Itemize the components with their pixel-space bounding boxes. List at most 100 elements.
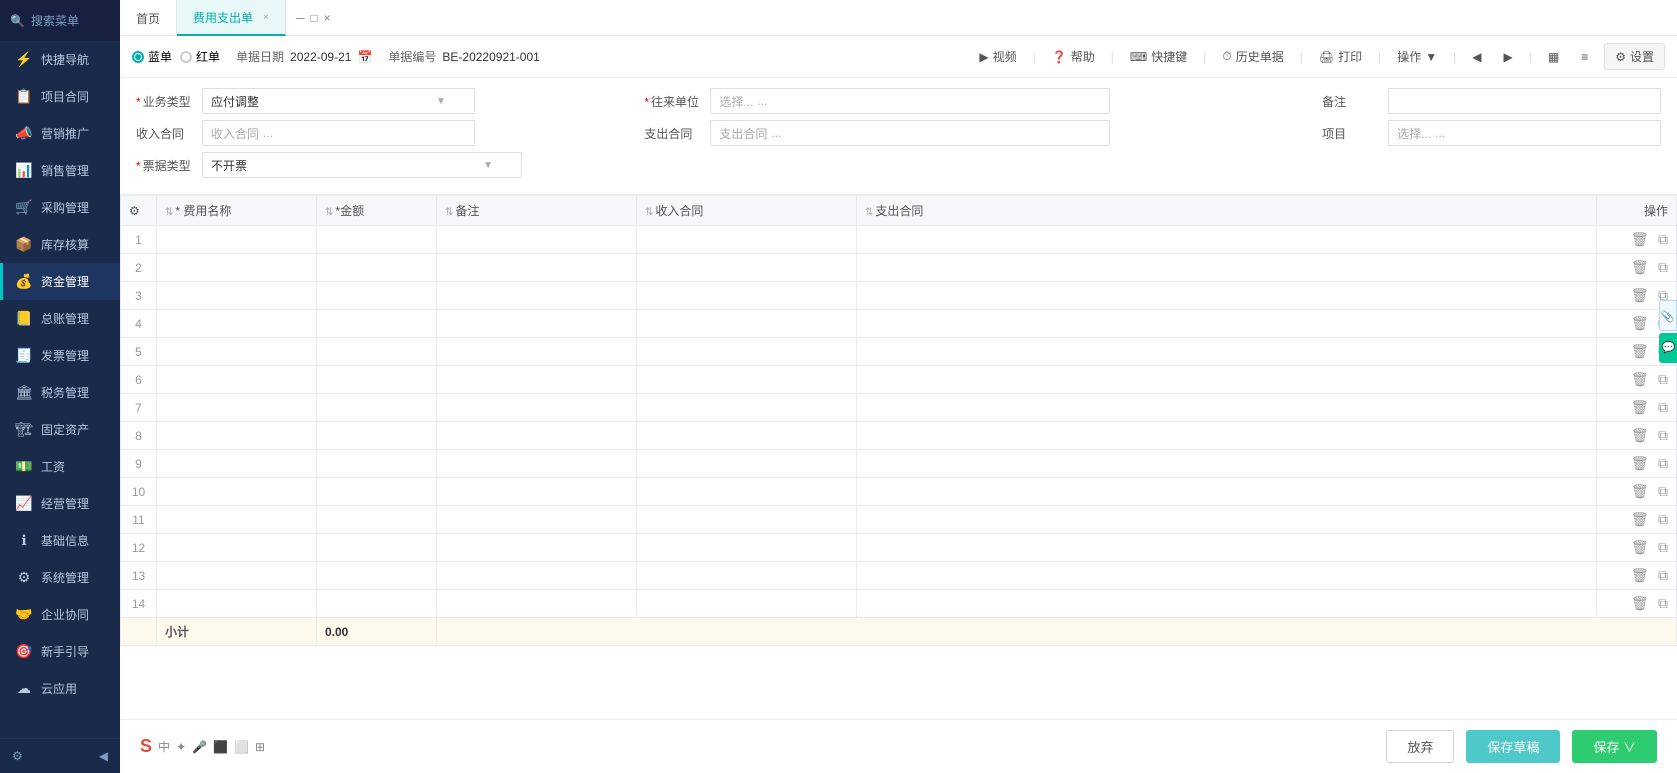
num-value[interactable]: BE-20220921-001 <box>442 50 539 64</box>
expense-name-cell-12[interactable] <box>157 534 317 562</box>
shortcut-btn[interactable]: ⌨ 快捷键 <box>1124 46 1193 67</box>
income-contract-cell-8[interactable] <box>637 422 857 450</box>
income-contract-input[interactable]: 收入合同 ... <box>202 120 475 146</box>
delete-btn-9[interactable]: 🗑 <box>1631 455 1649 471</box>
print-btn[interactable]: 🖨 打印 <box>1313 46 1368 67</box>
amount-cell-8[interactable] <box>317 422 437 450</box>
amount-cell-6[interactable] <box>317 366 437 394</box>
collapse-icon[interactable]: ◀ <box>99 749 108 763</box>
amount-cell-14[interactable] <box>317 590 437 618</box>
attachment-btn[interactable]: 📎 <box>1659 300 1677 331</box>
expense-name-cell-5[interactable] <box>157 338 317 366</box>
delete-btn-1[interactable]: 🗑 <box>1631 231 1649 247</box>
sidebar-item-capital-mgmt[interactable]: 💰 资金管理 <box>0 263 120 300</box>
copy-btn-1[interactable]: ⧉ <box>1658 231 1668 247</box>
grid-view-btn[interactable]: ▦ <box>1542 48 1565 66</box>
delete-btn-2[interactable]: 🗑 <box>1631 259 1649 275</box>
tab-close-1[interactable]: × <box>263 12 269 23</box>
copy-btn-13[interactable]: ⧉ <box>1658 567 1668 583</box>
amount-header[interactable]: ⇅*金额 <box>317 196 437 226</box>
sidebar-item-payroll[interactable]: 💵 工资 <box>0 448 120 485</box>
copy-btn-2[interactable]: ⧉ <box>1658 259 1668 275</box>
expense-contract-cell-7[interactable] <box>857 394 1597 422</box>
copy-btn-8[interactable]: ⧉ <box>1658 427 1668 443</box>
minimize-btn[interactable]: ─ <box>296 11 305 25</box>
expense-name-cell-7[interactable] <box>157 394 317 422</box>
amount-cell-12[interactable] <box>317 534 437 562</box>
remark-cell-2[interactable] <box>437 254 637 282</box>
prev-btn[interactable]: ◀ <box>1466 48 1487 66</box>
delete-btn-13[interactable]: 🗑 <box>1631 567 1649 583</box>
video-btn[interactable]: ▶ 视频 <box>973 46 1022 67</box>
sidebar-item-tax-mgmt[interactable]: 🏛 税务管理 <box>0 374 120 411</box>
sidebar-item-project-contract[interactable]: 📋 项目合同 <box>0 78 120 115</box>
expense-contract-cell-9[interactable] <box>857 450 1597 478</box>
remark-cell-10[interactable] <box>437 478 637 506</box>
radio-blue[interactable]: 蓝单 <box>132 48 172 65</box>
sidebar-item-basic-info[interactable]: ℹ 基础信息 <box>0 522 120 559</box>
project-input[interactable]: 选择... ... <box>1388 120 1661 146</box>
income-contract-cell-13[interactable] <box>637 562 857 590</box>
close-btn[interactable]: × <box>324 11 331 25</box>
remark-input[interactable] <box>1388 88 1661 114</box>
remark-cell-9[interactable] <box>437 450 637 478</box>
income-contract-cell-2[interactable] <box>637 254 857 282</box>
remark-cell-13[interactable] <box>437 562 637 590</box>
expense-contract-cell-2[interactable] <box>857 254 1597 282</box>
income-contract-cell-4[interactable] <box>637 310 857 338</box>
settings-icon[interactable]: ⚙ <box>12 749 23 763</box>
sidebar-search[interactable]: 🔍 搜索菜单 <box>0 0 120 41</box>
amount-cell-5[interactable] <box>317 338 437 366</box>
delete-btn-6[interactable]: 🗑 <box>1631 371 1649 387</box>
delete-btn-4[interactable]: 🗑 <box>1631 315 1649 331</box>
delete-btn-10[interactable]: 🗑 <box>1631 483 1649 499</box>
sidebar-item-system-mgmt[interactable]: ⚙ 系统管理 <box>0 559 120 596</box>
expense-name-cell-13[interactable] <box>157 562 317 590</box>
delete-btn-5[interactable]: 🗑 <box>1631 343 1649 359</box>
amount-cell-4[interactable] <box>317 310 437 338</box>
copy-btn-6[interactable]: ⧉ <box>1658 371 1668 387</box>
help-btn[interactable]: ❓ 帮助 <box>1046 46 1101 67</box>
remark-header[interactable]: ⇅备注 <box>437 196 637 226</box>
copy-btn-12[interactable]: ⧉ <box>1658 539 1668 555</box>
sidebar-item-operations-mgmt[interactable]: 📈 经营管理 <box>0 485 120 522</box>
settings-button[interactable]: ⚙ 设置 <box>1604 43 1665 70</box>
sidebar-item-purchase-mgmt[interactable]: 🛒 采购管理 <box>0 189 120 226</box>
copy-btn-7[interactable]: ⧉ <box>1658 399 1668 415</box>
income-contract-cell-11[interactable] <box>637 506 857 534</box>
remark-cell-8[interactable] <box>437 422 637 450</box>
delete-btn-8[interactable]: 🗑 <box>1631 427 1649 443</box>
delete-btn-12[interactable]: 🗑 <box>1631 539 1649 555</box>
expense-contract-header[interactable]: ⇅支出合同 <box>857 196 1597 226</box>
business-type-select[interactable]: 应付调整 ▼ <box>202 88 475 114</box>
sidebar-item-sales-promotion[interactable]: 📣 营销推广 <box>0 115 120 152</box>
remark-cell-6[interactable] <box>437 366 637 394</box>
expense-contract-cell-11[interactable] <box>857 506 1597 534</box>
remark-cell-14[interactable] <box>437 590 637 618</box>
remark-cell-12[interactable] <box>437 534 637 562</box>
expense-contract-input[interactable]: 支出合同 ... <box>710 120 1110 146</box>
sidebar-item-new-user-guide[interactable]: 🎯 新手引导 <box>0 633 120 670</box>
save-button[interactable]: 保存 ∨ <box>1572 730 1657 763</box>
sidebar-item-cloud-apps[interactable]: ☁ 云应用 <box>0 670 120 707</box>
amount-cell-13[interactable] <box>317 562 437 590</box>
expense-contract-cell-12[interactable] <box>857 534 1597 562</box>
history-btn[interactable]: ⏱ 历史单据 <box>1216 46 1289 67</box>
amount-cell-2[interactable] <box>317 254 437 282</box>
amount-cell-1[interactable] <box>317 226 437 254</box>
sidebar-item-invoice-mgmt[interactable]: 🧾 发票管理 <box>0 337 120 374</box>
expense-name-cell-9[interactable] <box>157 450 317 478</box>
expense-name-cell-14[interactable] <box>157 590 317 618</box>
delete-btn-7[interactable]: 🗑 <box>1631 399 1649 415</box>
remark-cell-5[interactable] <box>437 338 637 366</box>
copy-btn-14[interactable]: ⧉ <box>1658 595 1668 611</box>
income-contract-cell-6[interactable] <box>637 366 857 394</box>
income-contract-cell-3[interactable] <box>637 282 857 310</box>
income-contract-cell-14[interactable] <box>637 590 857 618</box>
amount-cell-10[interactable] <box>317 478 437 506</box>
expense-contract-cell-14[interactable] <box>857 590 1597 618</box>
radio-red[interactable]: 红单 <box>180 48 220 65</box>
remark-cell-4[interactable] <box>437 310 637 338</box>
expense-name-cell-10[interactable] <box>157 478 317 506</box>
sidebar-item-enterprise-collab[interactable]: 🤝 企业协同 <box>0 596 120 633</box>
